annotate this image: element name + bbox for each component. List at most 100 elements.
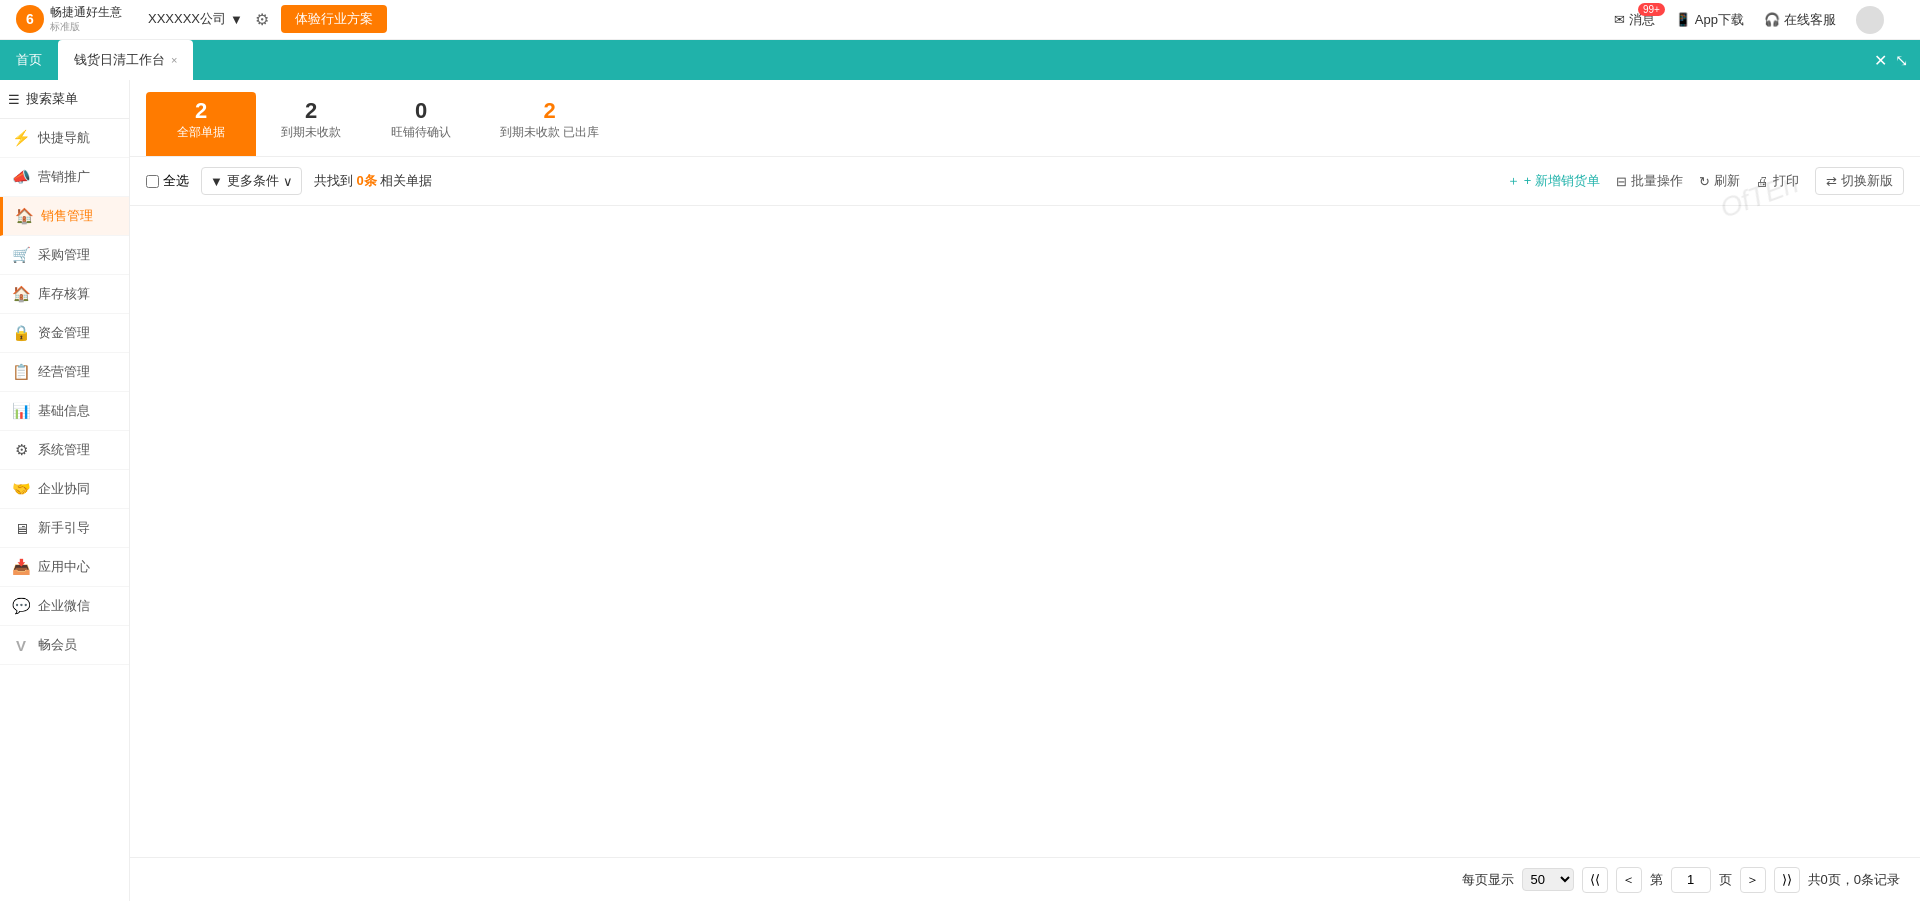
sidebar-item-quick-nav[interactable]: ⚡ 快捷导航 <box>0 119 129 158</box>
guide-icon: 🖥 <box>12 520 30 537</box>
filter-button[interactable]: ▼ 更多条件 ∨ <box>201 167 302 195</box>
window-expand-icon[interactable]: ⤡ <box>1895 51 1908 70</box>
toolbar-right: ＋ + 新增销货单 ⊟ 批量操作 ↻ 刷新 🖨 打印 ⇄ 切换新版 <box>1507 167 1904 195</box>
tab-active-label: 钱货日清工作台 <box>74 51 165 69</box>
filter-arrow-icon: ∨ <box>283 174 293 189</box>
app-download-item[interactable]: 📱 App下载 <box>1675 11 1744 29</box>
sidebar-item-guide[interactable]: 🖥 新手引导 <box>0 509 129 548</box>
tab-shipped[interactable]: 2 到期未收款 已出库 <box>476 92 623 156</box>
company-selector[interactable]: XXXXXX公司 ▼ <box>148 10 243 28</box>
window-close-icon[interactable]: ✕ <box>1874 51 1887 70</box>
sidebar-label-basic-info: 基础信息 <box>38 402 90 420</box>
message-item[interactable]: ✉ 消息 99+ <box>1614 11 1655 29</box>
add-label: + 新增销货单 <box>1524 172 1600 190</box>
last-page-button[interactable]: ⟩⟩ <box>1774 867 1800 893</box>
pagination-bar: 每页显示 20 50 100 ⟨⟨ ＜ 第 页 ＞ ⟩⟩ 共0页，0条记录 <box>130 857 1920 901</box>
batch-label: 批量操作 <box>1631 172 1683 190</box>
sidebar-label-operation: 经营管理 <box>38 363 90 381</box>
avatar[interactable] <box>1856 6 1884 34</box>
sidebar-item-purchase[interactable]: 🛒 采购管理 <box>0 236 129 275</box>
switch-label: 切换新版 <box>1841 172 1893 190</box>
sidebar-label-member: 畅会员 <box>38 636 77 654</box>
switch-version-button[interactable]: ⇄ 切换新版 <box>1815 167 1904 195</box>
marketing-icon: 📣 <box>12 168 30 186</box>
logo-sub: 标准版 <box>50 20 122 34</box>
prev-page-button[interactable]: ＜ <box>1616 867 1642 893</box>
toolbar-left: 全选 ▼ 更多条件 ∨ 共找到 0条 相关单据 <box>146 167 444 195</box>
page-size-select[interactable]: 20 50 100 <box>1522 868 1574 891</box>
sidebar-item-cooperation[interactable]: 🤝 企业协同 <box>0 470 129 509</box>
select-all-input[interactable] <box>146 175 159 188</box>
sidebar-item-wechat[interactable]: 💬 企业微信 <box>0 587 129 626</box>
refresh-label: 刷新 <box>1714 172 1740 190</box>
sidebar-item-member[interactable]: V 畅会员 <box>0 626 129 665</box>
sidebar-item-app-center[interactable]: 📥 应用中心 <box>0 548 129 587</box>
summary-tabs: 2 全部单据 2 到期未收款 0 旺铺待确认 2 到期未收款 已出库 <box>130 80 1920 157</box>
content-area: 2 全部单据 2 到期未收款 0 旺铺待确认 2 到期未收款 已出库 全选 <box>130 80 1920 901</box>
nav-tabs-right: ✕ ⤡ <box>1862 40 1920 80</box>
headset-icon: 🎧 <box>1764 12 1780 27</box>
system-icon: ⚙ <box>12 441 30 459</box>
select-all-checkbox[interactable]: 全选 <box>146 172 189 190</box>
sidebar-label-quick-nav: 快捷导航 <box>38 129 90 147</box>
tab-all[interactable]: 2 全部单据 <box>146 92 256 156</box>
sidebar-label-wechat: 企业微信 <box>38 597 90 615</box>
search-label: 搜索菜单 <box>26 90 78 108</box>
sidebar-label-inventory: 库存核算 <box>38 285 90 303</box>
tab-overdue[interactable]: 2 到期未收款 <box>256 92 366 156</box>
found-prefix: 共找到 <box>314 173 353 188</box>
print-icon: 🖨 <box>1756 174 1769 189</box>
print-label: 打印 <box>1773 172 1799 190</box>
operation-icon: 📋 <box>12 363 30 381</box>
page-input[interactable] <box>1671 867 1711 893</box>
sidebar-item-inventory[interactable]: 🏠 库存核算 <box>0 275 129 314</box>
page-label: 第 <box>1650 871 1663 889</box>
tab-home[interactable]: 首页 <box>0 40 58 80</box>
refresh-button[interactable]: ↻ 刷新 <box>1699 172 1740 190</box>
tab-shipped-label: 到期未收款 已出库 <box>500 124 599 141</box>
tab-home-label: 首页 <box>16 51 42 69</box>
first-page-button[interactable]: ⟨⟨ <box>1582 867 1608 893</box>
sidebar-label-app-center: 应用中心 <box>38 558 90 576</box>
app-center-icon: 📥 <box>12 558 30 576</box>
page-label-2: 页 <box>1719 871 1732 889</box>
sidebar-label-purchase: 采购管理 <box>38 246 90 264</box>
tab-all-num: 2 <box>195 100 207 122</box>
sidebar-item-operation[interactable]: 📋 经营管理 <box>0 353 129 392</box>
tab-pending[interactable]: 0 旺铺待确认 <box>366 92 476 156</box>
online-service-label: 在线客服 <box>1784 11 1836 29</box>
tab-overdue-num: 2 <box>305 100 317 122</box>
top-bar: 6 畅捷通好生意 标准版 XXXXXX公司 ▼ ⚙ 体验行业方案 ✉ 消息 99… <box>0 0 1920 40</box>
company-name: XXXXXX公司 <box>148 10 226 28</box>
online-service-item[interactable]: 🎧 在线客服 <box>1764 11 1836 29</box>
settings-icon[interactable]: ⚙ <box>255 10 269 29</box>
batch-icon: ⊟ <box>1616 174 1627 189</box>
nav-tabs-bar: 首页 钱货日清工作台 × ✕ ⤡ <box>0 40 1920 80</box>
sidebar-search[interactable]: ☰ 搜索菜单 <box>0 80 129 119</box>
filter-label: 更多条件 <box>227 172 279 190</box>
sidebar-item-sales[interactable]: 🏠 销售管理 <box>0 197 129 236</box>
sidebar-item-finance[interactable]: 🔒 资金管理 <box>0 314 129 353</box>
logo-area: 6 畅捷通好生意 标准版 <box>16 5 136 33</box>
tab-pending-num: 0 <box>415 100 427 122</box>
tab-shipped-num: 2 <box>544 100 556 122</box>
sidebar-item-marketing[interactable]: 📣 营销推广 <box>0 158 129 197</box>
trial-button[interactable]: 体验行业方案 <box>281 5 387 33</box>
wechat-icon: 💬 <box>12 597 30 615</box>
sidebar-item-system[interactable]: ⚙ 系统管理 <box>0 431 129 470</box>
message-icon: ✉ <box>1614 12 1625 27</box>
found-text: 共找到 0条 相关单据 <box>314 172 432 190</box>
sidebar-label-sales: 销售管理 <box>41 207 93 225</box>
add-sales-button[interactable]: ＋ + 新增销货单 <box>1507 172 1600 190</box>
next-page-button[interactable]: ＞ <box>1740 867 1766 893</box>
tab-qian-huo[interactable]: 钱货日清工作台 × <box>58 40 193 80</box>
batch-button[interactable]: ⊟ 批量操作 <box>1616 172 1683 190</box>
dropdown-arrow-icon: ▼ <box>230 12 243 27</box>
sidebar-item-basic-info[interactable]: 📊 基础信息 <box>0 392 129 431</box>
purchase-icon: 🛒 <box>12 246 30 264</box>
print-button[interactable]: 🖨 打印 <box>1756 172 1799 190</box>
top-bar-right: ✉ 消息 99+ 📱 App下载 🎧 在线客服 <box>1614 6 1904 34</box>
tab-close-icon[interactable]: × <box>171 54 177 66</box>
page-size-label: 每页显示 <box>1462 871 1514 889</box>
app-download-label: App下载 <box>1695 11 1744 29</box>
